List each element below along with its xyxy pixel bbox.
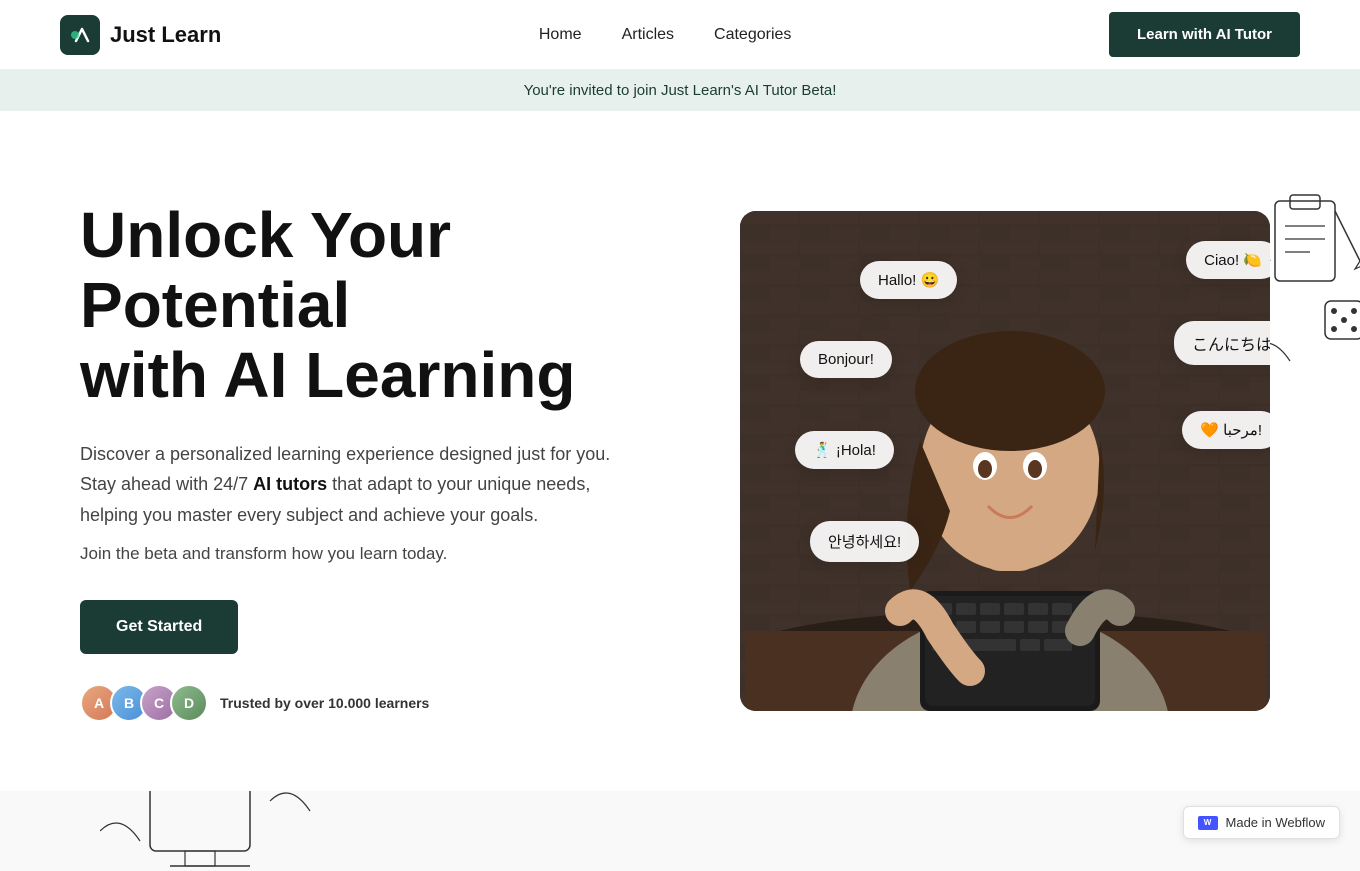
bubble-konnichiwa: こんにちは bbox=[1174, 321, 1270, 365]
hero-title: Unlock Your Potential with AI Learning bbox=[80, 200, 640, 411]
hero-left: Unlock Your Potential with AI Learning D… bbox=[80, 200, 640, 723]
banner-text: You're invited to join Just Learn's AI T… bbox=[524, 82, 837, 99]
nav-home[interactable]: Home bbox=[539, 26, 582, 44]
trusted-row: A B C D Trusted by over 10.000 learners bbox=[80, 684, 640, 722]
trusted-text: Trusted by over 10.000 learners bbox=[220, 695, 429, 711]
bubble-ciao: Ciao! 🍋 bbox=[1186, 241, 1270, 279]
bottom-doodle bbox=[100, 791, 320, 871]
logo-text: Just Learn bbox=[110, 22, 221, 48]
webflow-label: Made in Webflow bbox=[1226, 815, 1325, 830]
bubble-marhaba: 🧡 مرحبا! bbox=[1182, 411, 1270, 449]
navbar: Just Learn Home Articles Categories Lear… bbox=[0, 0, 1360, 70]
nav-categories[interactable]: Categories bbox=[714, 26, 791, 44]
nav-cta-button[interactable]: Learn with AI Tutor bbox=[1109, 12, 1300, 57]
bubble-annyeong: 안녕하세요! bbox=[810, 521, 919, 562]
nav-articles[interactable]: Articles bbox=[622, 26, 674, 44]
hero-image: Hallo! 😀 Ciao! 🍋 Bonjour! こんにちは 🕺 ¡Hola!… bbox=[740, 211, 1270, 711]
logo-icon bbox=[60, 15, 100, 55]
bubble-hola: 🕺 ¡Hola! bbox=[795, 431, 894, 469]
hero-description: Discover a personalized learning experie… bbox=[80, 439, 640, 531]
avatar-stack: A B C D bbox=[80, 684, 208, 722]
hero-right: ✦ bbox=[740, 211, 1300, 711]
announcement-banner: You're invited to join Just Learn's AI T… bbox=[0, 70, 1360, 111]
bottom-section bbox=[0, 791, 1360, 871]
avatar-4: D bbox=[170, 684, 208, 722]
webflow-logo-icon: W bbox=[1198, 816, 1218, 830]
bubble-bonjour: Bonjour! bbox=[800, 341, 892, 378]
bubble-hallo: Hallo! 😀 bbox=[860, 261, 957, 299]
webflow-badge[interactable]: W Made in Webflow bbox=[1183, 806, 1340, 839]
nav-links: Home Articles Categories bbox=[539, 26, 792, 44]
get-started-button[interactable]: Get Started bbox=[80, 600, 238, 654]
logo[interactable]: Just Learn bbox=[60, 15, 221, 55]
hero-section: Unlock Your Potential with AI Learning D… bbox=[0, 111, 1360, 791]
hero-sub-text: Join the beta and transform how you lear… bbox=[80, 544, 640, 564]
